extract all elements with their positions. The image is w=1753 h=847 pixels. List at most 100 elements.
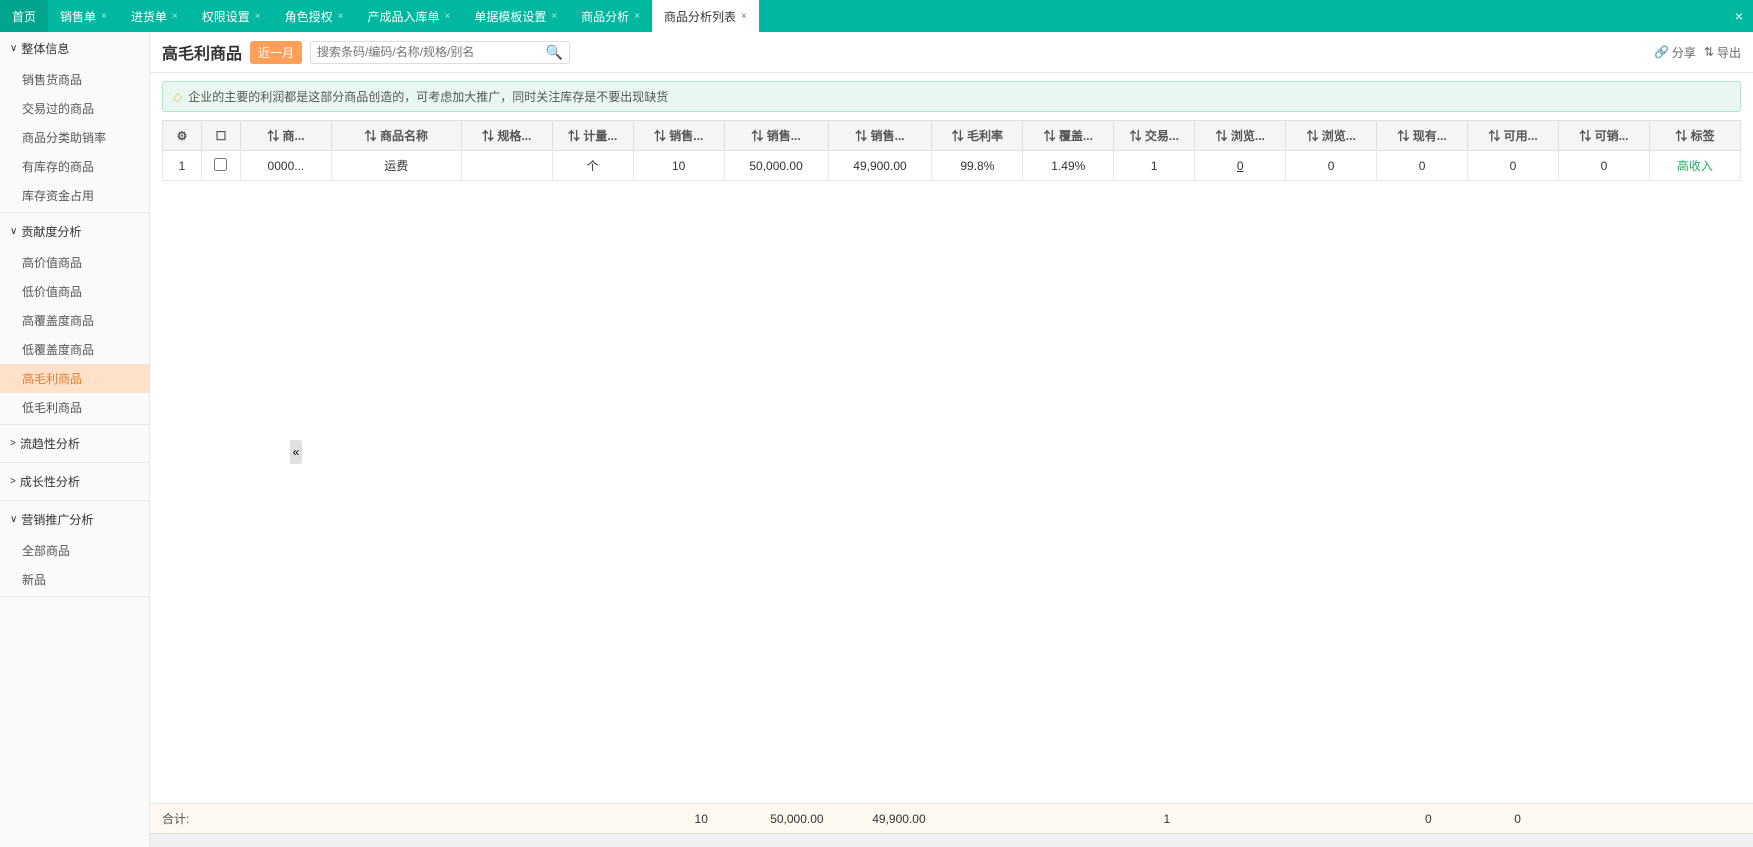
sidebar-item-0-4[interactable]: 库存资金占用 <box>0 181 149 210</box>
footer-cell-13 <box>1294 812 1383 826</box>
content-area: 高毛利商品 近一月 🔍 🔗 分享 ⇅ 导出 ◇ 企业的主要的利润都是这部分商品创… <box>150 32 1753 847</box>
col-header-5[interactable]: ⇅ 计量... <box>552 121 633 151</box>
table-cell-0-0: 1 <box>163 151 202 181</box>
col-header-17[interactable]: ⇅ 标签 <box>1649 121 1740 151</box>
col-header-6[interactable]: ⇅ 销售... <box>633 121 724 151</box>
col-header-9[interactable]: ⇅ 毛利率 <box>932 121 1023 151</box>
sidebar-group-2[interactable]: >流趋性分析 <box>0 427 149 460</box>
search-box: 🔍 <box>310 41 570 64</box>
search-icon[interactable]: 🔍 <box>546 44 563 61</box>
row-checkbox-0[interactable] <box>214 158 227 171</box>
col-header-13[interactable]: ⇅ 浏览... <box>1286 121 1377 151</box>
table-row: 10000...运费个1050,000.0049,900.0099.8%1.49… <box>163 151 1741 181</box>
sidebar-item-1-5[interactable]: 低毛利商品 <box>0 393 149 422</box>
col-header-1[interactable]: ☐ <box>201 121 240 151</box>
nav-item-0[interactable]: 首页 <box>0 0 48 32</box>
sidebar-item-0-3[interactable]: 有库存的商品 <box>0 152 149 181</box>
search-input[interactable] <box>317 45 546 59</box>
sidebar-group-label-0: 整体信息 <box>21 40 69 57</box>
col-header-14[interactable]: ⇅ 现有... <box>1377 121 1468 151</box>
col-header-8[interactable]: ⇅ 销售... <box>828 121 932 151</box>
col-header-10[interactable]: ⇅ 覆盖... <box>1023 121 1114 151</box>
sidebar-item-0-1[interactable]: 交易过的商品 <box>0 94 149 123</box>
nav-item-3[interactable]: 权限设置× <box>190 0 273 32</box>
info-banner: ◇ 企业的主要的利润都是这部分商品创造的，可考虑加大推广，同时关注库存是不要出现… <box>162 81 1741 112</box>
col-header-12[interactable]: ⇅ 浏览... <box>1195 121 1286 151</box>
footer-cell-0 <box>197 812 235 826</box>
export-label: 导出 <box>1717 44 1741 61</box>
nav-close-icon-7[interactable]: × <box>634 11 640 22</box>
col-header-0[interactable]: ⚙ <box>163 121 202 151</box>
nav-item-5[interactable]: 产成品入库单× <box>355 0 462 32</box>
share-icon: 🔗 <box>1654 45 1669 59</box>
footer-cell-11: 1 <box>1129 812 1206 826</box>
header-actions: 🔗 分享 ⇅ 导出 <box>1654 44 1741 61</box>
sidebar-group-4[interactable]: ∨营销推广分析 <box>0 503 149 536</box>
filter-button[interactable]: 近一月 <box>250 41 302 64</box>
export-icon: ⇅ <box>1704 45 1714 59</box>
col-header-4[interactable]: ⇅ 规格... <box>461 121 552 151</box>
col-header-11[interactable]: ⇅ 交易... <box>1114 121 1195 151</box>
table-cell-0-9: 99.8% <box>932 151 1023 181</box>
col-header-2[interactable]: ⇅ 商... <box>240 121 331 151</box>
sidebar-item-4-0[interactable]: 全部商品 <box>0 536 149 565</box>
table-cell-0-5: 个 <box>552 151 633 181</box>
col-header-15[interactable]: ⇅ 可用... <box>1468 121 1559 151</box>
table-container: ⚙☐⇅ 商...⇅ 商品名称⇅ 规格...⇅ 计量...⇅ 销售...⇅ 销售.… <box>150 120 1753 803</box>
col-header-16[interactable]: ⇅ 可销... <box>1558 121 1649 151</box>
footer-cell-2 <box>274 812 363 826</box>
sidebar-item-4-1[interactable]: 新品 <box>0 565 149 594</box>
nav-close-icon-8[interactable]: × <box>741 11 747 22</box>
table-cell-0-6: 10 <box>633 151 724 181</box>
group-arrow-icon-3: > <box>10 476 16 487</box>
export-button[interactable]: ⇅ 导出 <box>1704 44 1741 61</box>
nav-close-icon-4[interactable]: × <box>338 11 344 22</box>
footer-cell-10 <box>1039 812 1128 826</box>
sidebar-collapse-button[interactable]: « <box>290 440 302 464</box>
footer-cell-15: 0 <box>1473 812 1562 826</box>
sidebar-group-label-3: 成长性分析 <box>20 473 80 490</box>
nav-close-icon-5[interactable]: × <box>444 11 450 22</box>
nav-close-icon-3[interactable]: × <box>255 11 261 22</box>
main-layout: ∨整体信息销售货商品交易过的商品商品分类助销率有库存的商品库存资金占用∨贡献度分… <box>0 32 1753 847</box>
collapse-icon: « <box>293 445 300 459</box>
footer-cell-5 <box>580 812 657 826</box>
group-arrow-icon-1: ∨ <box>10 226 17 237</box>
nav-close-icon-6[interactable]: × <box>551 11 557 22</box>
nav-close-icon-1[interactable]: × <box>101 11 107 22</box>
footer-cell-12 <box>1205 812 1294 826</box>
horizontal-scrollbar[interactable] <box>150 833 1753 847</box>
nav-item-2[interactable]: 进货单× <box>119 0 190 32</box>
table-cell-0-11: 1 <box>1114 151 1195 181</box>
nav-item-7[interactable]: 商品分析× <box>569 0 652 32</box>
footer-label: 合计: <box>162 810 189 827</box>
share-button[interactable]: 🔗 分享 <box>1654 44 1696 61</box>
table-cell-0-12[interactable]: 0 <box>1195 151 1286 181</box>
nav-item-8[interactable]: 商品分析列表× <box>652 0 759 32</box>
sidebar-item-1-3[interactable]: 低覆盖度商品 <box>0 335 149 364</box>
sidebar-group-0[interactable]: ∨整体信息 <box>0 32 149 65</box>
footer-cell-8: 49,900.00 <box>848 812 950 826</box>
sidebar-group-1[interactable]: ∨贡献度分析 <box>0 215 149 248</box>
footer-cell-7: 50,000.00 <box>746 812 848 826</box>
table-cell-0-1[interactable] <box>201 151 240 181</box>
sidebar-item-1-1[interactable]: 低价值商品 <box>0 277 149 306</box>
group-arrow-icon-2: > <box>10 438 16 449</box>
sidebar: ∨整体信息销售货商品交易过的商品商品分类助销率有库存的商品库存资金占用∨贡献度分… <box>0 32 150 847</box>
table-cell-0-2: 0000... <box>240 151 331 181</box>
nav-item-1[interactable]: 销售单× <box>48 0 119 32</box>
footer-values: 1050,000.0049,900.00100 <box>197 812 1741 826</box>
col-header-3[interactable]: ⇅ 商品名称 <box>331 121 461 151</box>
col-header-7[interactable]: ⇅ 销售... <box>724 121 828 151</box>
sidebar-item-1-0[interactable]: 高价值商品 <box>0 248 149 277</box>
window-close-button[interactable]: × <box>1725 0 1753 32</box>
table-header: ⚙☐⇅ 商...⇅ 商品名称⇅ 规格...⇅ 计量...⇅ 销售...⇅ 销售.… <box>163 121 1741 151</box>
nav-item-4[interactable]: 角色授权× <box>273 0 356 32</box>
sidebar-item-0-2[interactable]: 商品分类助销率 <box>0 123 149 152</box>
sidebar-item-0-0[interactable]: 销售货商品 <box>0 65 149 94</box>
sidebar-item-1-2[interactable]: 高覆盖度商品 <box>0 306 149 335</box>
nav-item-6[interactable]: 单据模板设置× <box>462 0 569 32</box>
sidebar-group-3[interactable]: > 成长性分析 <box>0 465 149 498</box>
sidebar-item-1-4[interactable]: 高毛利商品 <box>0 364 149 393</box>
nav-close-icon-2[interactable]: × <box>172 11 178 22</box>
